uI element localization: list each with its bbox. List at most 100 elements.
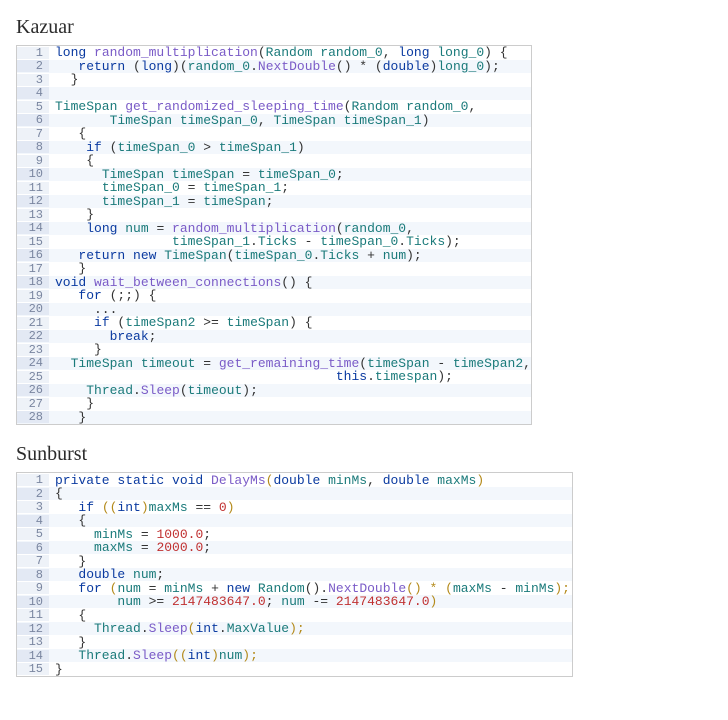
code-line: 11 { bbox=[17, 608, 572, 622]
code-line: 3 if ((int)maxMs == 0) bbox=[17, 500, 572, 514]
code-line: 15} bbox=[17, 662, 572, 676]
line-number: 20 bbox=[17, 303, 49, 315]
code-content: double num; bbox=[49, 568, 572, 581]
line-number: 22 bbox=[17, 330, 49, 342]
code-line: 13 } bbox=[17, 208, 531, 222]
line-number: 27 bbox=[17, 398, 49, 410]
code-line: 6 maxMs = 2000.0; bbox=[17, 541, 572, 555]
code-content: timeSpan_1 = timeSpan; bbox=[49, 195, 531, 208]
code-content: TimeSpan get_randomized_sleeping_time(Ra… bbox=[49, 100, 531, 113]
section-title: Kazuar bbox=[16, 16, 712, 39]
code-content: } bbox=[49, 636, 572, 649]
line-number: 16 bbox=[17, 249, 49, 261]
code-line: 14 long num = random_multiplication(rand… bbox=[17, 222, 531, 236]
line-number: 15 bbox=[17, 663, 49, 675]
code-line: 13 } bbox=[17, 635, 572, 649]
line-number: 6 bbox=[17, 542, 49, 554]
line-number: 10 bbox=[17, 596, 49, 608]
line-number: 11 bbox=[17, 182, 49, 194]
code-line: 2{ bbox=[17, 487, 572, 501]
line-number: 14 bbox=[17, 222, 49, 234]
code-line: 28 } bbox=[17, 411, 531, 425]
code-line: 22 break; bbox=[17, 330, 531, 344]
code-content: } bbox=[49, 555, 572, 568]
code-content: timeSpan_1.Ticks - timeSpan_0.Ticks); bbox=[49, 235, 531, 248]
line-number: 14 bbox=[17, 650, 49, 662]
line-number: 7 bbox=[17, 128, 49, 140]
code-content: long num = random_multiplication(random_… bbox=[49, 222, 531, 235]
code-line: 18void wait_between_connections() { bbox=[17, 276, 531, 290]
line-number: 9 bbox=[17, 582, 49, 594]
code-line: 11 timeSpan_0 = timeSpan_1; bbox=[17, 181, 531, 195]
line-number: 13 bbox=[17, 209, 49, 221]
line-number: 8 bbox=[17, 569, 49, 581]
line-number: 1 bbox=[17, 47, 49, 59]
line-number: 23 bbox=[17, 344, 49, 356]
code-line: 26 Thread.Sleep(timeout); bbox=[17, 384, 531, 398]
line-number: 25 bbox=[17, 371, 49, 383]
code-line: 27 } bbox=[17, 397, 531, 411]
line-number: 26 bbox=[17, 384, 49, 396]
section-title: Sunburst bbox=[16, 443, 712, 466]
code-content: for (num = minMs + new Random().NextDoub… bbox=[49, 582, 572, 595]
code-line: 14 Thread.Sleep((int)num); bbox=[17, 649, 572, 663]
code-content: void wait_between_connections() { bbox=[49, 276, 531, 289]
line-number: 4 bbox=[17, 515, 49, 527]
code-line: 8 if (timeSpan_0 > timeSpan_1) bbox=[17, 141, 531, 155]
line-number: 12 bbox=[17, 195, 49, 207]
code-line: 1private static void DelayMs(double minM… bbox=[17, 473, 572, 487]
code-line: 23 } bbox=[17, 343, 531, 357]
line-number: 28 bbox=[17, 411, 49, 423]
code-line: 12 Thread.Sleep(int.MaxValue); bbox=[17, 622, 572, 636]
code-line: 15 timeSpan_1.Ticks - timeSpan_0.Ticks); bbox=[17, 235, 531, 249]
code-line: 12 timeSpan_1 = timeSpan; bbox=[17, 195, 531, 209]
code-line: 10 TimeSpan timeSpan = timeSpan_0; bbox=[17, 168, 531, 182]
code-line: 25 this.timespan); bbox=[17, 370, 531, 384]
code-content: private static void DelayMs(double minMs… bbox=[49, 474, 572, 487]
code-line: 7 } bbox=[17, 554, 572, 568]
code-content: TimeSpan timeSpan = timeSpan_0; bbox=[49, 168, 531, 181]
code-content: maxMs = 2000.0; bbox=[49, 541, 572, 554]
line-number: 5 bbox=[17, 101, 49, 113]
code-content: } bbox=[49, 262, 531, 275]
code-content: { bbox=[49, 154, 531, 167]
code-box: 1private static void DelayMs(double minM… bbox=[16, 472, 573, 677]
code-line: 9 { bbox=[17, 154, 531, 168]
line-number: 11 bbox=[17, 609, 49, 621]
line-number: 17 bbox=[17, 263, 49, 275]
code-content: Thread.Sleep(int.MaxValue); bbox=[49, 622, 572, 635]
code-content: long random_multiplication(Random random… bbox=[49, 46, 531, 59]
code-line: 17 } bbox=[17, 262, 531, 276]
code-line: 24 TimeSpan timeout = get_remaining_time… bbox=[17, 357, 531, 371]
line-number: 13 bbox=[17, 636, 49, 648]
code-content: break; bbox=[49, 330, 531, 343]
code-line: 20 ... bbox=[17, 303, 531, 317]
line-number: 24 bbox=[17, 357, 49, 369]
line-number: 9 bbox=[17, 155, 49, 167]
code-line: 10 num >= 2147483647.0; num -= 214748364… bbox=[17, 595, 572, 609]
line-number: 18 bbox=[17, 276, 49, 288]
code-line: 6 TimeSpan timeSpan_0, TimeSpan timeSpan… bbox=[17, 114, 531, 128]
code-content: TimeSpan timeout = get_remaining_time(ti… bbox=[49, 357, 531, 370]
line-number: 2 bbox=[17, 60, 49, 72]
code-line: 5TimeSpan get_randomized_sleeping_time(R… bbox=[17, 100, 531, 114]
line-number: 6 bbox=[17, 114, 49, 126]
line-number: 5 bbox=[17, 528, 49, 540]
code-section: Kazuar 1long random_multiplication(Random… bbox=[16, 16, 712, 425]
code-content: num >= 2147483647.0; num -= 2147483647.0… bbox=[49, 595, 572, 608]
code-line: 8 double num; bbox=[17, 568, 572, 582]
line-number: 1 bbox=[17, 474, 49, 486]
line-number: 10 bbox=[17, 168, 49, 180]
code-content: return new TimeSpan(timeSpan_0.Ticks + n… bbox=[49, 249, 531, 262]
code-content: if ((int)maxMs == 0) bbox=[49, 501, 572, 514]
code-line: 9 for (num = minMs + new Random().NextDo… bbox=[17, 581, 572, 595]
line-number: 12 bbox=[17, 623, 49, 635]
code-content: } bbox=[49, 343, 531, 356]
code-line: 2 return (long)(random_0.NextDouble() * … bbox=[17, 60, 531, 74]
line-number: 2 bbox=[17, 488, 49, 500]
line-number: 3 bbox=[17, 501, 49, 513]
code-content: if (timeSpan2 >= timeSpan) { bbox=[49, 316, 531, 329]
code-content: TimeSpan timeSpan_0, TimeSpan timeSpan_1… bbox=[49, 114, 531, 127]
code-line: 21 if (timeSpan2 >= timeSpan) { bbox=[17, 316, 531, 330]
code-content: return (long)(random_0.NextDouble() * (d… bbox=[49, 60, 531, 73]
